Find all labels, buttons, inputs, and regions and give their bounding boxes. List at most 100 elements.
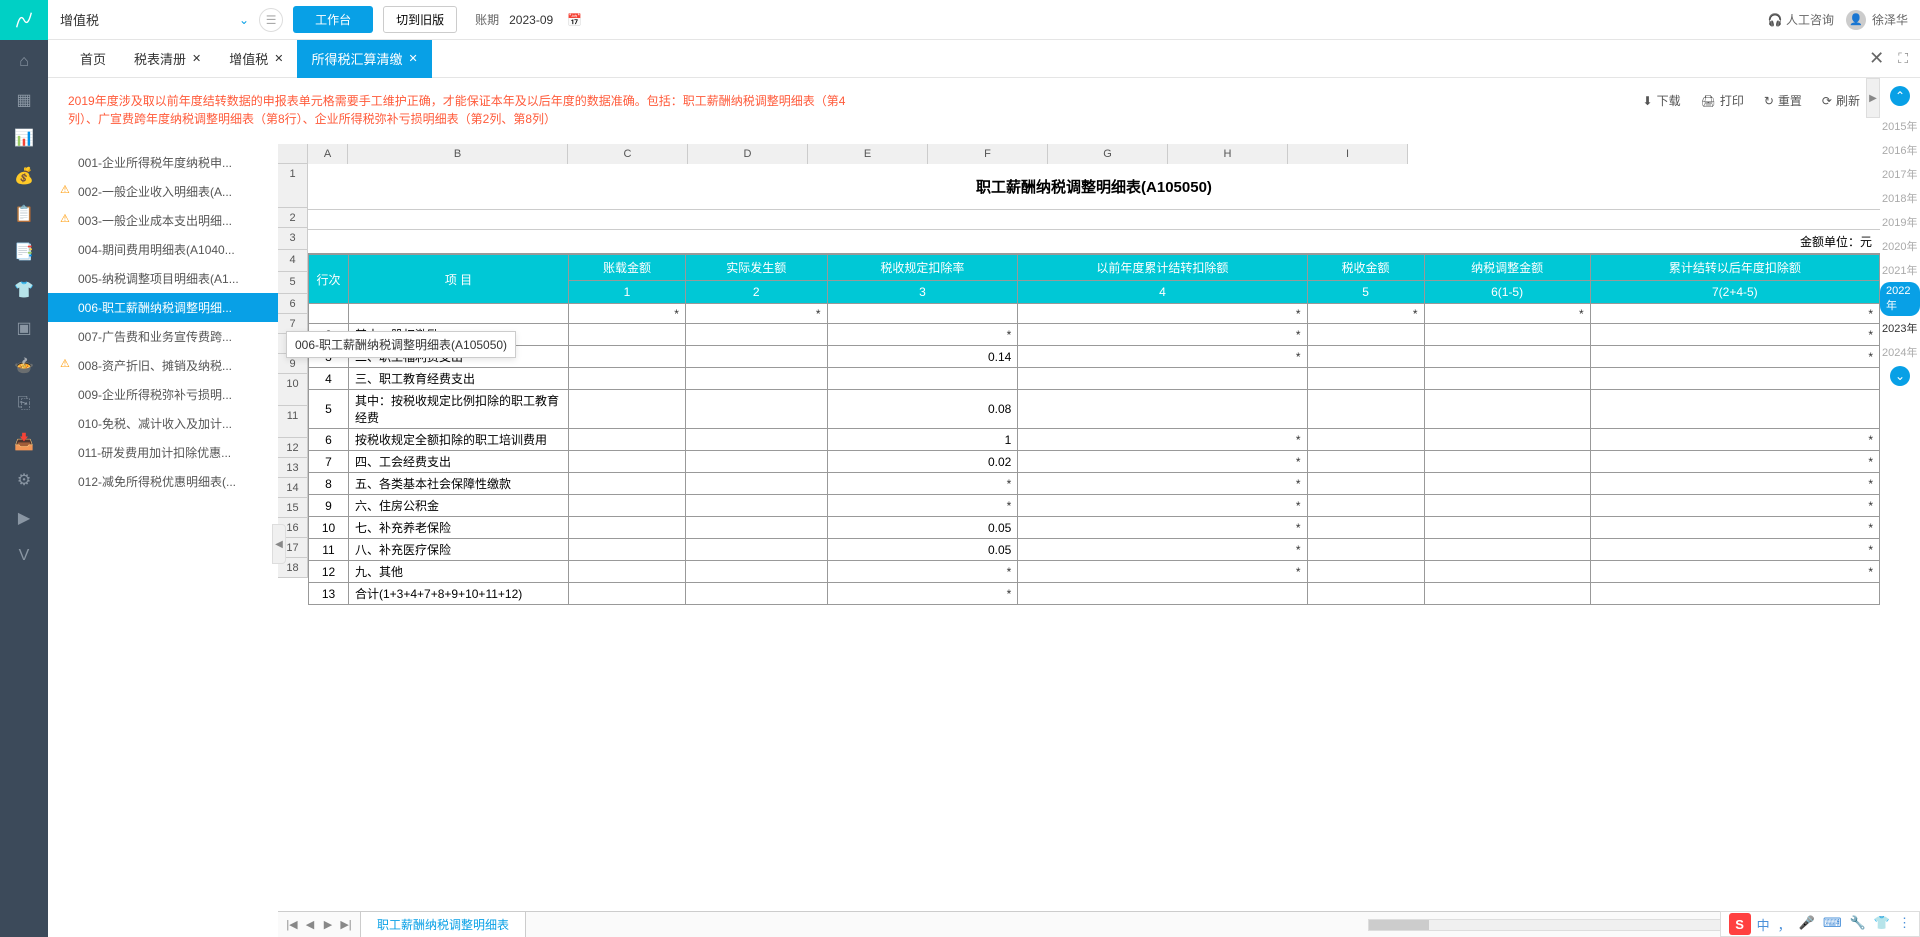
close-all-tabs-icon[interactable]: ✕	[1869, 48, 1884, 69]
col-header-H[interactable]: H	[1168, 144, 1288, 164]
cell[interactable]	[685, 304, 827, 324]
cell[interactable]	[1424, 304, 1590, 324]
expand-icon[interactable]: ⛶	[1898, 50, 1908, 67]
cell[interactable]	[1424, 390, 1590, 429]
sheet-nav-prev[interactable]: ◀	[302, 918, 318, 931]
col-header-E[interactable]: E	[808, 144, 928, 164]
cell[interactable]	[1424, 368, 1590, 390]
year-2024年[interactable]: 2024年	[1880, 340, 1920, 364]
cell[interactable]	[569, 451, 686, 473]
cell[interactable]	[1424, 517, 1590, 539]
tab-3[interactable]: 所得税汇算清缴✕	[297, 40, 431, 78]
expand-year-handle[interactable]: ▶	[1866, 78, 1880, 118]
cell[interactable]	[1590, 429, 1879, 451]
cell[interactable]	[827, 583, 1018, 605]
ime-item-5[interactable]: 👕	[1874, 915, 1890, 934]
nav-video-icon[interactable]: ▶	[14, 508, 34, 528]
year-2021年[interactable]: 2021年	[1880, 258, 1920, 282]
nav-inbox-icon[interactable]: 📥	[14, 432, 34, 452]
row-header-4[interactable]: 4	[278, 250, 308, 272]
col-header-C[interactable]: C	[568, 144, 688, 164]
col-header-F[interactable]: F	[928, 144, 1048, 164]
consult-link[interactable]: 🎧 人工咨询	[1768, 11, 1834, 28]
cell[interactable]	[685, 390, 827, 429]
nav-settings-icon[interactable]: ⚙	[14, 470, 34, 490]
cell[interactable]	[1424, 539, 1590, 561]
period-value[interactable]: 2023-09	[509, 13, 553, 27]
cell[interactable]	[1018, 304, 1307, 324]
cell[interactable]	[569, 495, 686, 517]
cell[interactable]	[1018, 473, 1307, 495]
form-item-10[interactable]: 011-研发费用加计扣除优惠...	[48, 438, 278, 467]
row-header-1[interactable]: 1	[278, 164, 308, 208]
col-header-B[interactable]: B	[348, 144, 568, 164]
tab-close-icon[interactable]: ✕	[409, 52, 418, 65]
cell[interactable]	[827, 324, 1018, 346]
cell[interactable]: 1	[827, 429, 1018, 451]
sheet-nav-last[interactable]: ▶|	[338, 918, 354, 931]
cell[interactable]	[1590, 451, 1879, 473]
cell[interactable]	[1018, 583, 1307, 605]
ime-item-4[interactable]: 🔧	[1850, 915, 1866, 934]
cell[interactable]	[1307, 539, 1424, 561]
year-down-button[interactable]: ⌄	[1890, 366, 1910, 386]
nav-shirt-icon[interactable]: 👕	[14, 280, 34, 300]
cell[interactable]	[569, 368, 686, 390]
ime-item-2[interactable]: 🎤	[1799, 915, 1815, 934]
cell[interactable]	[1018, 324, 1307, 346]
cell[interactable]	[685, 324, 827, 346]
form-item-7[interactable]: ⚠008-资产折旧、摊销及纳税...	[48, 351, 278, 380]
nav-report-icon[interactable]: 📑	[14, 242, 34, 262]
year-2023年[interactable]: 2023年	[1880, 316, 1920, 340]
cell[interactable]	[1018, 495, 1307, 517]
sheet-tab[interactable]: 职工薪酬纳税调整明细表	[360, 912, 526, 937]
cell[interactable]	[1307, 583, 1424, 605]
form-item-0[interactable]: 001-企业所得税年度纳税申...	[48, 148, 278, 177]
cell[interactable]	[1018, 539, 1307, 561]
cell[interactable]	[1590, 390, 1879, 429]
cell[interactable]	[1018, 346, 1307, 368]
cell[interactable]: 0.08	[827, 390, 1018, 429]
cell[interactable]	[1424, 561, 1590, 583]
cell[interactable]	[569, 539, 686, 561]
cell[interactable]	[685, 451, 827, 473]
cell[interactable]	[1018, 368, 1307, 390]
form-item-8[interactable]: 009-企业所得税弥补亏损明...	[48, 380, 278, 409]
row-header-10[interactable]: 10	[278, 374, 308, 406]
cell[interactable]	[1307, 561, 1424, 583]
nav-chart-icon[interactable]: 📊	[14, 128, 34, 148]
tab-0[interactable]: 首页	[66, 40, 120, 78]
app-logo[interactable]	[0, 0, 48, 40]
cell[interactable]	[1590, 473, 1879, 495]
cell[interactable]	[569, 561, 686, 583]
cell[interactable]	[1590, 495, 1879, 517]
row-header-3[interactable]: 3	[278, 228, 308, 250]
year-2022年[interactable]: 2022年	[1880, 282, 1920, 316]
cell[interactable]	[1307, 390, 1424, 429]
cell[interactable]	[569, 583, 686, 605]
year-2017年[interactable]: 2017年	[1880, 162, 1920, 186]
cell[interactable]	[569, 390, 686, 429]
tab-1[interactable]: 税表清册✕	[120, 40, 215, 78]
sheet-nav-first[interactable]: |◀	[284, 918, 300, 931]
row-header-14[interactable]: 14	[278, 478, 308, 498]
cell[interactable]	[569, 324, 686, 346]
cell[interactable]	[827, 495, 1018, 517]
cell[interactable]	[569, 473, 686, 495]
cell[interactable]	[1424, 346, 1590, 368]
cell[interactable]	[827, 561, 1018, 583]
collapse-sidebar-handle[interactable]: ◀	[272, 524, 286, 564]
cell[interactable]	[685, 346, 827, 368]
cell[interactable]	[1307, 451, 1424, 473]
cell[interactable]	[1590, 539, 1879, 561]
download-button[interactable]: ⬇ 下载	[1643, 92, 1681, 109]
cell[interactable]: 0.14	[827, 346, 1018, 368]
cell[interactable]	[1307, 368, 1424, 390]
cell[interactable]	[685, 473, 827, 495]
form-item-2[interactable]: ⚠003-一般企业成本支出明细...	[48, 206, 278, 235]
form-item-11[interactable]: 012-减免所得税优惠明细表(...	[48, 467, 278, 496]
cell[interactable]	[1590, 324, 1879, 346]
cell[interactable]	[1424, 429, 1590, 451]
cell[interactable]	[685, 517, 827, 539]
cell[interactable]	[1307, 429, 1424, 451]
